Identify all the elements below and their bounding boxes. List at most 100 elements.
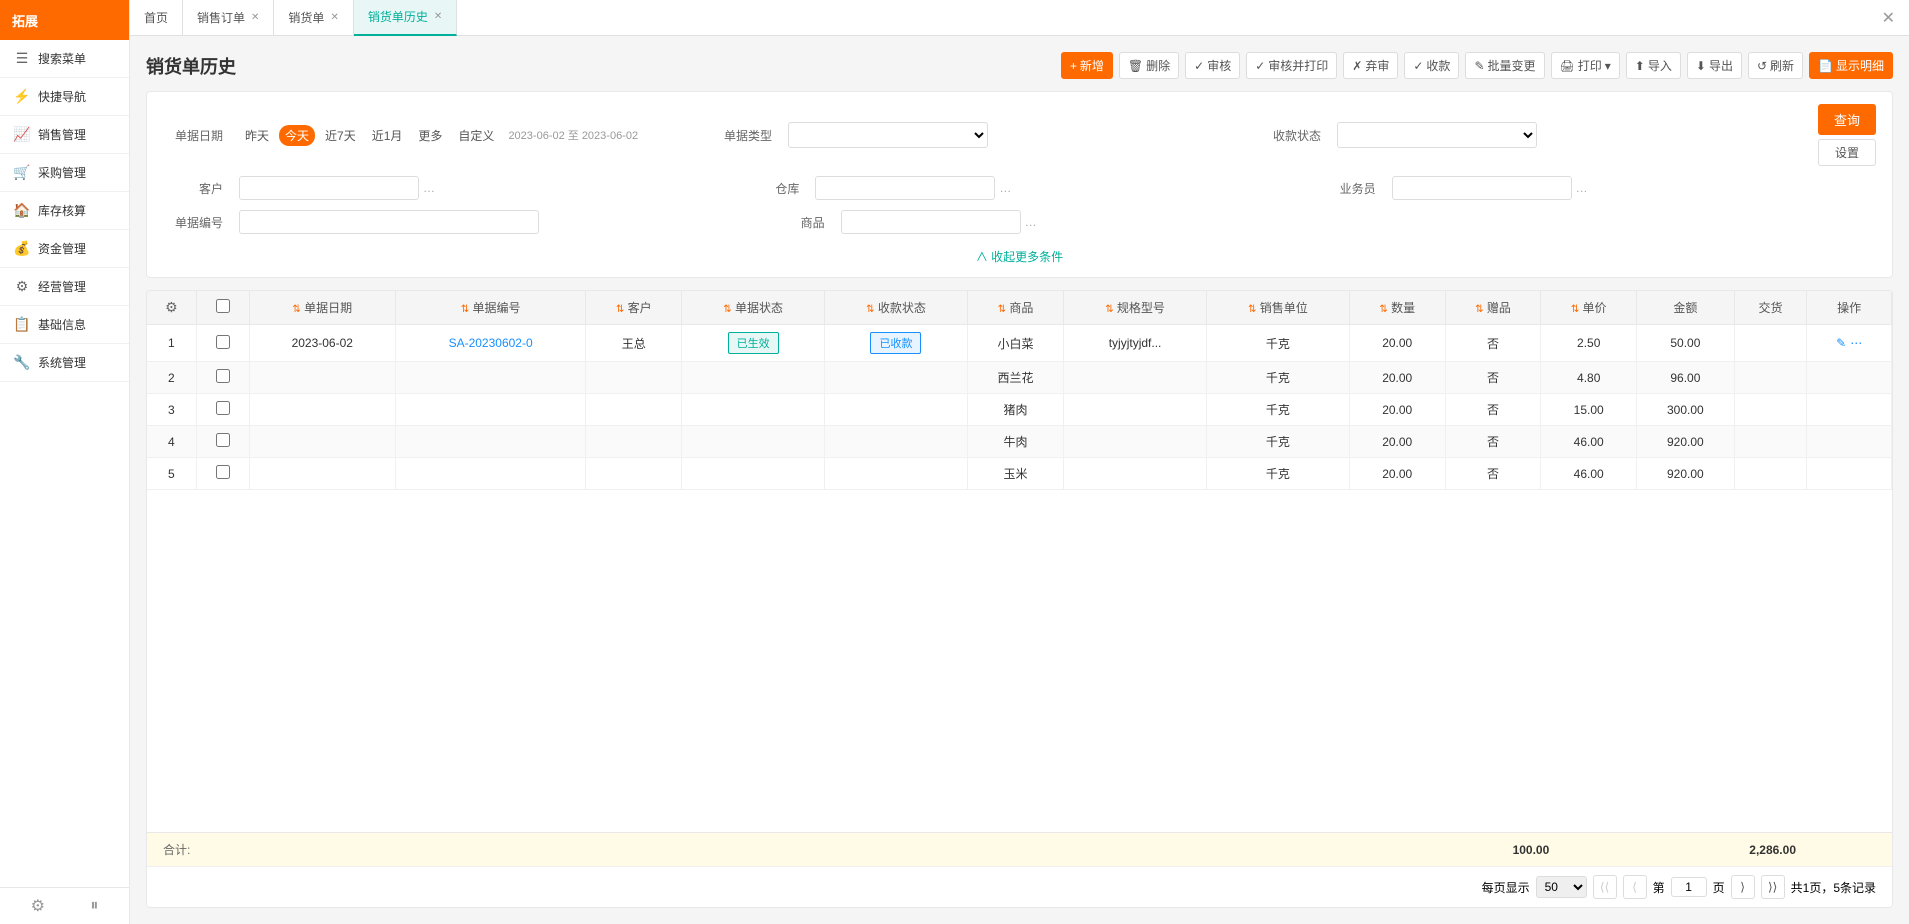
set-button[interactable]: 设置 [1818,139,1876,166]
sidebar-item-search-menu[interactable]: ☰ 搜索菜单 [0,40,129,78]
sidebar-item-system-mgmt[interactable]: 🔧 系统管理 [0,344,129,382]
date-filter-group: 昨天 今天 近7天 近1月 更多 自定义 2023-06-02 至 2023-0… [239,125,696,146]
col-price[interactable]: ⇅ 单价 [1541,291,1637,325]
row-number: 1 [147,325,196,362]
collect-button[interactable]: ✓ 收款 [1404,52,1459,79]
sidebar-item-operation-mgmt[interactable]: ⚙ 经营管理 [0,268,129,306]
salesperson-label: 业务员 [1316,180,1376,197]
row-customer [586,426,682,458]
page-input[interactable] [1671,877,1707,897]
row-transaction [1734,394,1807,426]
tab-sales-history-close[interactable]: ✕ [434,11,442,22]
row-actions [1807,362,1892,394]
col-doc-no[interactable]: ⇅ 单据编号 [395,291,586,325]
warehouse-ellipsis[interactable]: … [999,181,1011,195]
row-checkbox[interactable] [216,433,230,447]
sidebar-item-sales-mgmt[interactable]: 📈 销售管理 [0,116,129,154]
row-checkbox[interactable] [216,369,230,383]
goods-ellipsis[interactable]: … [1025,215,1037,229]
page-first-btn[interactable]: ⟨⟨ [1593,875,1617,899]
main-area: 首页 销售订单 ✕ 销货单 ✕ 销货单历史 ✕ ✕ 销货单历史 + 新增 [130,0,1909,924]
tab-close-all-btn[interactable]: ✕ [1868,8,1909,28]
col-gift[interactable]: ⇅ 赠品 [1445,291,1541,325]
sidebar-settings-btn[interactable]: ⚙ [31,896,45,916]
page-next-btn[interactable]: ⟩ [1731,875,1755,899]
row-doc-no [395,426,586,458]
more-action[interactable]: ⋯ [1850,336,1862,350]
col-payment-status[interactable]: ⇅ 收款状态 [825,291,968,325]
row-checkbox[interactable] [216,335,230,349]
tab-sales-order-close[interactable]: ✕ [251,12,259,23]
salesperson-ellipsis[interactable]: … [1576,181,1588,195]
per-page-select[interactable]: 50 100 200 [1536,876,1587,898]
row-amount: 300.00 [1637,394,1735,426]
customer-input[interactable] [239,176,419,200]
col-doc-status[interactable]: ⇅ 单据状态 [682,291,825,325]
select-all-checkbox[interactable] [216,299,230,313]
sidebar-item-inventory[interactable]: 🏠 库存核算 [0,192,129,230]
doc-number-input[interactable] [239,210,539,234]
shortcut-today[interactable]: 今天 [279,125,315,146]
page-prev-btn[interactable]: ⟨ [1623,875,1647,899]
page-content: 销货单历史 + 新增 🗑 删除 ✓ 审核 ✓ 审核并打印 [130,36,1909,924]
collapse-btn[interactable]: ∧ 收起更多条件 [163,244,1876,265]
sidebar-item-label: 资金管理 [38,240,86,257]
doc-type-select[interactable] [788,122,988,148]
row-checkbox[interactable] [216,401,230,415]
sidebar-item-label: 快捷导航 [38,88,86,105]
row-doc-no [395,362,586,394]
col-amount: 金额 [1637,291,1735,325]
row-unit: 千克 [1207,362,1350,394]
goods-input[interactable] [841,210,1021,234]
col-customer[interactable]: ⇅ 客户 [586,291,682,325]
salesperson-input[interactable] [1392,176,1572,200]
shortcut-last-month[interactable]: 近1月 [366,125,409,146]
sidebar-item-finance-mgmt[interactable]: 💰 资金管理 [0,230,129,268]
warehouse-input[interactable] [815,176,995,200]
query-button[interactable]: 查询 [1818,104,1876,135]
refresh-button[interactable]: ↺ 刷新 [1748,52,1803,79]
col-date[interactable]: ⇅ 单据日期 [249,291,395,325]
row-checkbox[interactable] [216,465,230,479]
import-button[interactable]: ⬆ 导入 [1626,52,1681,79]
delete-button[interactable]: 🗑 删除 [1119,52,1179,79]
row-unit: 千克 [1207,325,1350,362]
gear-icon[interactable]: ⚙ [165,299,178,315]
col-qty[interactable]: ⇅ 数量 [1349,291,1445,325]
tab-sales-delivery-close[interactable]: ✕ [330,12,338,23]
tab-home[interactable]: 首页 [130,0,183,36]
shortcut-more[interactable]: 更多 [412,125,448,146]
shortcut-yesterday[interactable]: 昨天 [239,125,275,146]
sidebar-item-purchase-mgmt[interactable]: 🛒 采购管理 [0,154,129,192]
audit-print-button[interactable]: ✓ 审核并打印 [1246,52,1337,79]
payment-status-select[interactable] [1337,122,1537,148]
tab-sales-delivery[interactable]: 销货单 ✕ [274,0,353,36]
show-detail-button[interactable]: 📄 显示明细 [1809,52,1893,79]
sidebar-collapse-btn[interactable]: ⏸ [90,897,98,915]
sidebar-item-basic-info[interactable]: 📋 基础信息 [0,306,129,344]
batch-change-button[interactable]: ✎ 批量变更 [1465,52,1544,79]
print-button[interactable]: 🖨 打印 ▾ [1551,52,1620,79]
col-spec[interactable]: ⇅ 规格型号 [1064,291,1207,325]
tab-sales-history[interactable]: 销货单历史 ✕ [354,0,457,36]
edit-action[interactable]: ✎ [1836,336,1846,350]
customer-ellipsis[interactable]: … [423,181,435,195]
table-body-wrapper[interactable]: ⚙ ⇅ 单据日期 ⇅ 单据编号 ⇅ 客户 ⇅ 单据状态 ⇅ 收款状态 ⇅ 商品 … [147,291,1892,832]
tab-sales-order[interactable]: 销售订单 ✕ [183,0,274,36]
shortcut-last7[interactable]: 近7天 [319,125,362,146]
export-button[interactable]: ⬇ 导出 [1687,52,1742,79]
doc-no-link[interactable]: SA-20230602-0 [449,336,533,350]
shortcut-custom[interactable]: 自定义 [452,125,500,146]
col-goods[interactable]: ⇅ 商品 [967,291,1063,325]
col-unit[interactable]: ⇅ 销售单位 [1207,291,1350,325]
audit-button[interactable]: ✓ 审核 [1185,52,1240,79]
sidebar-item-quick-nav[interactable]: ⚡ 快捷导航 [0,78,129,116]
add-button[interactable]: + 新增 [1061,52,1113,79]
footer-total-amount: 2,286.00 [1749,843,1796,857]
warehouse-label: 仓库 [739,180,799,197]
page-last-btn[interactable]: ⟩⟩ [1761,875,1785,899]
sort-icon: ⇅ [723,304,731,315]
col-gear[interactable]: ⚙ [147,291,196,325]
abandon-button[interactable]: ✗ 弃审 [1343,52,1398,79]
sort-icon: ⇅ [998,304,1006,315]
